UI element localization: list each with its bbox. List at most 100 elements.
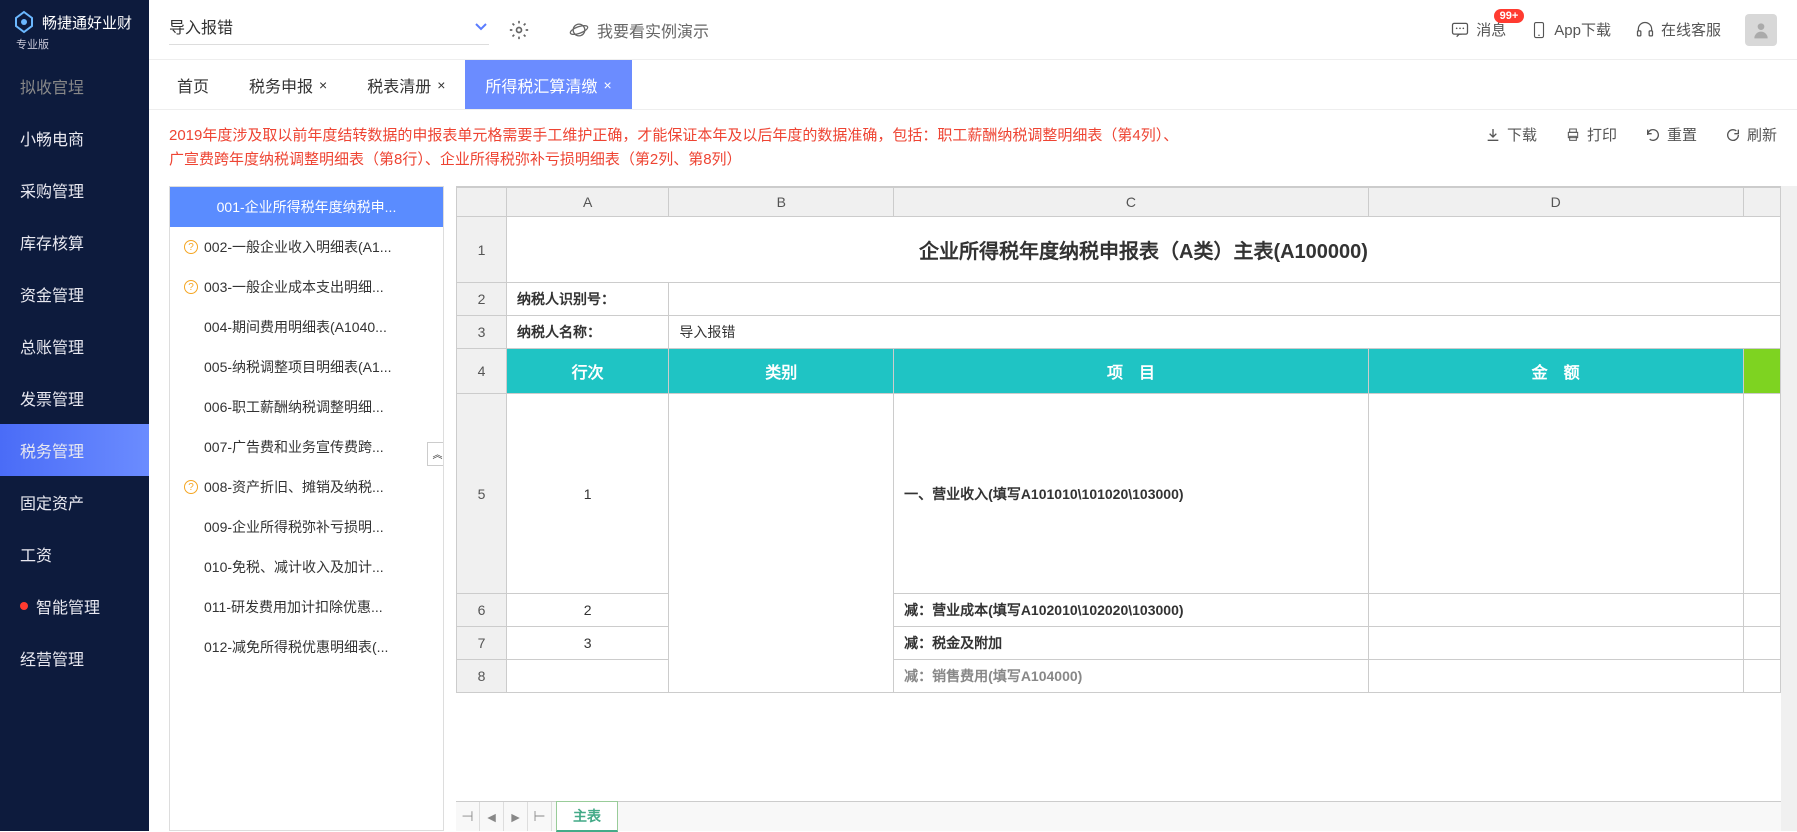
nav-item-3[interactable]: 库存核算 bbox=[0, 216, 149, 268]
tab-1[interactable]: 税务申报× bbox=[229, 60, 347, 109]
nav-item-10[interactable]: 智能管理 bbox=[0, 580, 149, 632]
vertical-scrollbar[interactable] bbox=[1781, 186, 1797, 831]
row-head-4[interactable]: 4 bbox=[457, 349, 507, 394]
close-icon[interactable]: × bbox=[603, 77, 611, 93]
row-head-6[interactable]: 6 bbox=[457, 594, 507, 627]
avatar[interactable] bbox=[1745, 14, 1777, 46]
sheet-nav-prev[interactable]: ◄ bbox=[480, 802, 504, 831]
nav-item-5[interactable]: 总账管理 bbox=[0, 320, 149, 372]
nav-item-7[interactable]: 税务管理 bbox=[0, 424, 149, 476]
col-head-d[interactable]: D bbox=[1368, 188, 1743, 217]
col-head-c[interactable]: C bbox=[894, 188, 1369, 217]
cell-amount-1[interactable] bbox=[1368, 394, 1743, 594]
chat-icon bbox=[1450, 20, 1470, 40]
cell-extra-2[interactable] bbox=[1743, 594, 1781, 627]
nav-item-label: 拟收官埕 bbox=[20, 74, 84, 98]
report-item-1[interactable]: ?002-一般企业收入明细表(A1... bbox=[170, 227, 443, 267]
report-item-5[interactable]: 006-职工薪酬纳税调整明细... bbox=[170, 387, 443, 427]
print-button[interactable]: 打印 bbox=[1565, 124, 1617, 145]
nav-item-1[interactable]: 小畅电商 bbox=[0, 112, 149, 164]
sheet-nav-last[interactable]: ⊢ bbox=[528, 802, 552, 831]
support-button[interactable]: 在线客服 bbox=[1635, 19, 1721, 40]
messages-button[interactable]: 消息 99+ bbox=[1450, 19, 1506, 40]
report-item-2[interactable]: ?003-一般企业成本支出明细... bbox=[170, 267, 443, 307]
header-actions: 消息 99+ App下载 在线客服 bbox=[1450, 14, 1777, 46]
nav-item-4[interactable]: 资金管理 bbox=[0, 268, 149, 320]
cell-item-4[interactable]: 减：销售费用(填写A104000) bbox=[894, 660, 1369, 693]
demo-link[interactable]: 我要看实例演示 bbox=[569, 18, 709, 42]
taxpayer-id-label[interactable]: 纳税人识别号： bbox=[506, 283, 668, 316]
col-head-blank[interactable] bbox=[1743, 188, 1781, 217]
cell-rowno-3[interactable]: 3 bbox=[506, 627, 668, 660]
nav-item-0[interactable]: 拟收官埕 bbox=[0, 60, 149, 112]
close-icon[interactable]: × bbox=[437, 77, 445, 93]
cell-rowno-2[interactable]: 2 bbox=[506, 594, 668, 627]
tab-label: 首页 bbox=[177, 73, 209, 97]
report-item-0[interactable]: 001-企业所得税年度纳税申... bbox=[170, 187, 443, 227]
row-head-8[interactable]: 8 bbox=[457, 660, 507, 693]
app-download-button[interactable]: App下载 bbox=[1530, 19, 1611, 40]
cell-item-1[interactable]: 一、营业收入(填写A101010\101020\103000) bbox=[894, 394, 1369, 594]
download-button[interactable]: 下载 bbox=[1485, 124, 1537, 145]
header-amount[interactable]: 金 额 bbox=[1368, 349, 1743, 394]
cell-amount-3[interactable] bbox=[1368, 627, 1743, 660]
report-item-8[interactable]: 009-企业所得税弥补亏损明... bbox=[170, 507, 443, 547]
row-head-7[interactable]: 7 bbox=[457, 627, 507, 660]
row-head-5[interactable]: 5 bbox=[457, 394, 507, 594]
row-head-3[interactable]: 3 bbox=[457, 316, 507, 349]
report-item-6[interactable]: 007-广告费和业务宣传费跨... bbox=[170, 427, 443, 467]
report-item-10[interactable]: 011-研发费用加计扣除优惠... bbox=[170, 587, 443, 627]
nav-item-8[interactable]: 固定资产 bbox=[0, 476, 149, 528]
header-category[interactable]: 类别 bbox=[669, 349, 894, 394]
chevron-down-icon[interactable] bbox=[473, 18, 489, 34]
tab-0[interactable]: 首页 bbox=[157, 60, 229, 109]
report-item-11[interactable]: 012-减免所得税优惠明细表(... bbox=[170, 627, 443, 667]
row-head-2[interactable]: 2 bbox=[457, 283, 507, 316]
cell-extra-3[interactable] bbox=[1743, 627, 1781, 660]
taxpayer-name-label[interactable]: 纳税人名称： bbox=[506, 316, 668, 349]
cell-amount-2[interactable] bbox=[1368, 594, 1743, 627]
refresh-button[interactable]: 刷新 bbox=[1725, 124, 1777, 145]
cell-amount-4[interactable] bbox=[1368, 660, 1743, 693]
cell-rowno-1[interactable]: 1 bbox=[506, 394, 668, 594]
nav-item-9[interactable]: 工资 bbox=[0, 528, 149, 580]
sheet-scroll[interactable]: A B C D 1 企业所得税年度纳税申报表（A类）主表(A100000) bbox=[456, 187, 1781, 801]
cell-rowno-4[interactable] bbox=[506, 660, 668, 693]
nav-item-2[interactable]: 采购管理 bbox=[0, 164, 149, 216]
report-item-label: 002-一般企业收入明细表(A1... bbox=[204, 237, 391, 257]
report-item-4[interactable]: 005-纳税调整项目明细表(A1... bbox=[170, 347, 443, 387]
taxpayer-id-value[interactable] bbox=[669, 283, 1781, 316]
reset-button[interactable]: 重置 bbox=[1645, 124, 1697, 145]
cell-category-merged[interactable] bbox=[669, 394, 894, 693]
collapse-handle[interactable]: 《 bbox=[427, 442, 444, 466]
header-extra[interactable] bbox=[1743, 349, 1781, 394]
header-rowno[interactable]: 行次 bbox=[506, 349, 668, 394]
report-item-label: 003-一般企业成本支出明细... bbox=[204, 277, 384, 297]
col-head-b[interactable]: B bbox=[669, 188, 894, 217]
header-item[interactable]: 项 目 bbox=[894, 349, 1369, 394]
cell-extra-1[interactable] bbox=[1743, 394, 1781, 594]
sheet-nav-next[interactable]: ► bbox=[504, 802, 528, 831]
sheet-title[interactable]: 企业所得税年度纳税申报表（A类）主表(A100000) bbox=[506, 217, 1780, 283]
close-icon[interactable]: × bbox=[319, 77, 327, 93]
taxpayer-name-value[interactable]: 导入报错 bbox=[669, 316, 1781, 349]
sheet-nav-first[interactable]: ⊣ bbox=[456, 802, 480, 831]
cell-item-3[interactable]: 减：税金及附加 bbox=[894, 627, 1369, 660]
col-head-a[interactable]: A bbox=[506, 188, 668, 217]
tab-2[interactable]: 税表清册× bbox=[347, 60, 465, 109]
report-item-7[interactable]: ?008-资产折旧、摊销及纳税... bbox=[170, 467, 443, 507]
sheet-corner[interactable] bbox=[457, 188, 507, 217]
nav-item-11[interactable]: 经营管理 bbox=[0, 632, 149, 684]
report-item-9[interactable]: 010-免税、减计收入及加计... bbox=[170, 547, 443, 587]
gear-icon[interactable] bbox=[509, 20, 529, 40]
cell-extra-4[interactable] bbox=[1743, 660, 1781, 693]
search-group[interactable]: 导入报错 bbox=[169, 14, 489, 45]
nav-item-6[interactable]: 发票管理 bbox=[0, 372, 149, 424]
warning-bar: 2019年度涉及取以前年度结转数据的申报表单元格需要手工维护正确，才能保证本年及… bbox=[149, 110, 1797, 186]
tab-3[interactable]: 所得税汇算清缴× bbox=[465, 60, 631, 109]
download-label: 下载 bbox=[1507, 124, 1537, 145]
row-head-1[interactable]: 1 bbox=[457, 217, 507, 283]
sheet-tab-main[interactable]: 主表 bbox=[556, 801, 618, 832]
report-item-3[interactable]: 004-期间费用明细表(A1040... bbox=[170, 307, 443, 347]
cell-item-2[interactable]: 减：营业成本(填写A102010\102020\103000) bbox=[894, 594, 1369, 627]
